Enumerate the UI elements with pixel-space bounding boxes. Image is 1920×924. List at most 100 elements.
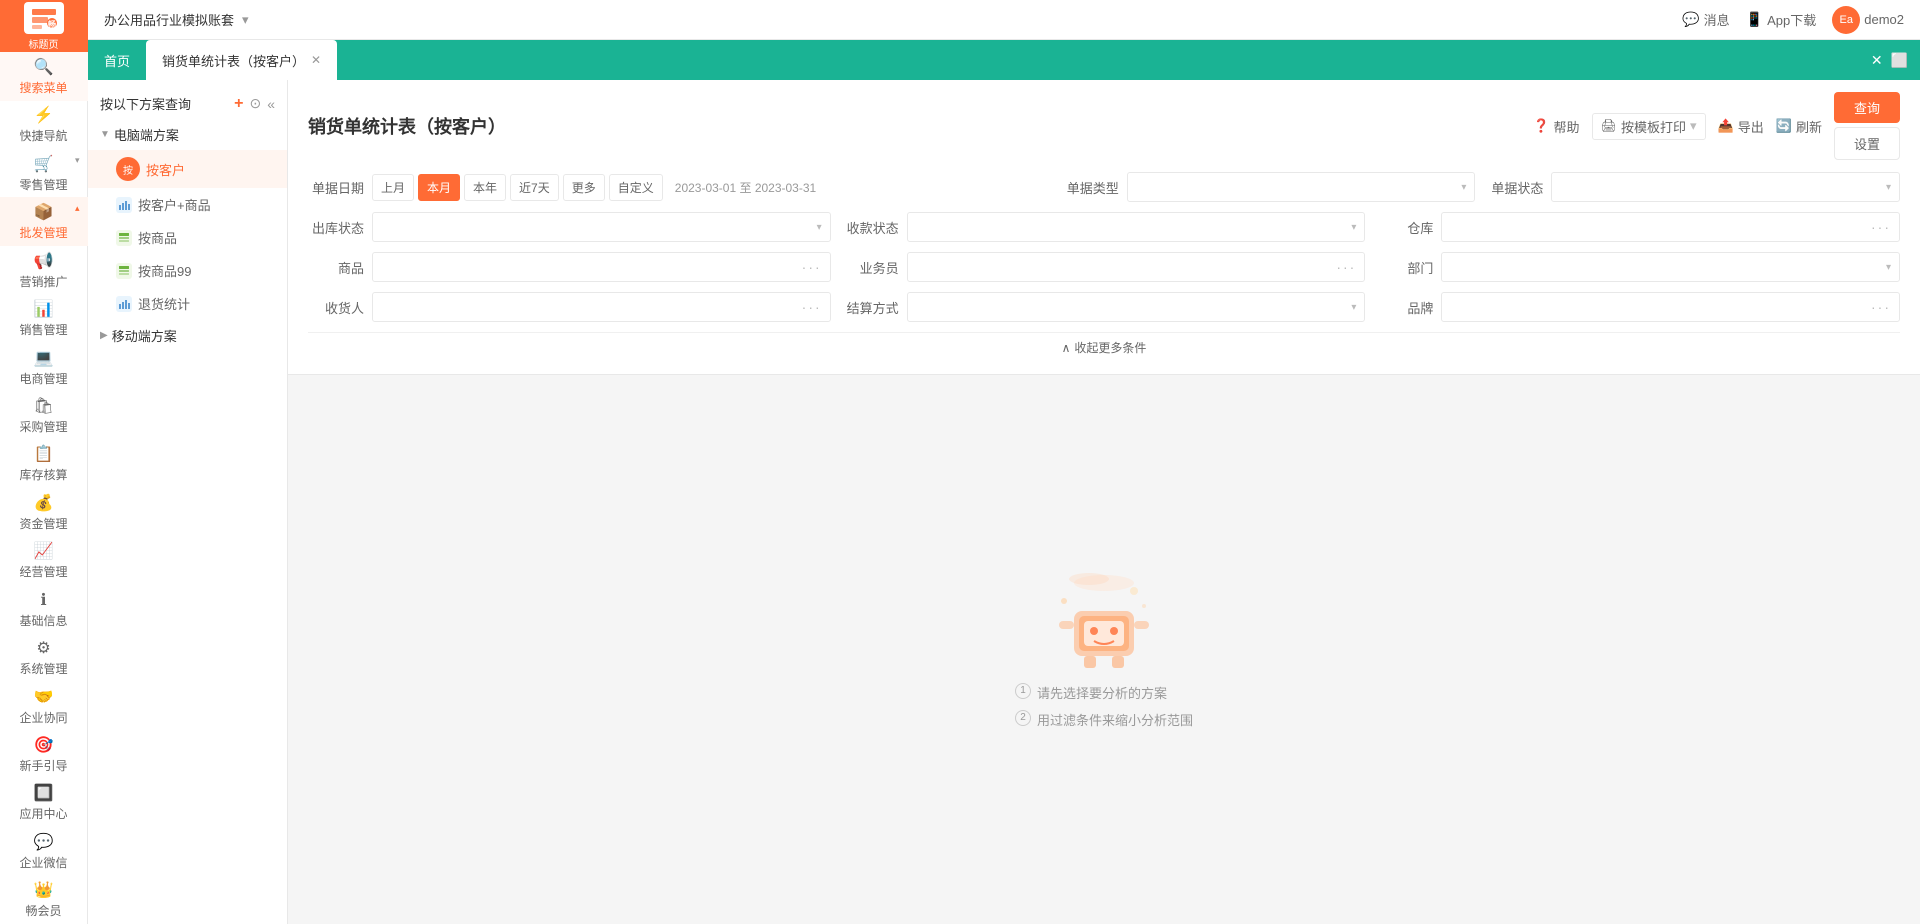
shortcuts-icon: ⚡ [34,105,54,125]
sidebar: 畅 标题页 🔍 搜索菜单 ⚡ 快捷导航 🛒 零售管理 ▾ 📦 批发管理 ▴ 📢 … [0,0,88,924]
doc-type-select[interactable]: ▾ [1127,172,1476,202]
scheme-collapse-button[interactable]: « [267,96,275,112]
receiver-select[interactable]: ··· [372,292,831,322]
header-dropdown-icon[interactable]: ▾ [242,12,249,28]
tip-2-number: 2 [1015,710,1031,726]
scheme-settings-button[interactable]: ⊙ [249,95,261,112]
scheme-item-by-customer[interactable]: 按 按客户 [88,150,287,188]
scheme-group-mobile: ▶ 移动端方案 [88,320,287,351]
app-download-button[interactable]: 📱 App下载 [1746,10,1817,29]
sidebar-item-wechat[interactable]: 💬 企业微信 [0,827,88,875]
scheme-item-by-goods[interactable]: 按商品 [88,221,287,254]
action-buttons: 查询 设置 [1834,92,1900,160]
date-btn-more[interactable]: 更多 [563,174,605,201]
newbie-icon: 🎯 [34,735,54,755]
scheme-panel-title: 按以下方案查询 [100,94,191,113]
date-label: 单据日期 [308,178,364,197]
print-button[interactable]: 🖨 按模板打印 ▾ [1592,113,1706,140]
date-btn-last-month[interactable]: 上月 [372,174,414,201]
main-area: 销货单统计表（按客户） ❓ 帮助 🖨 按模板打印 ▾ 📤 [288,80,1920,924]
out-status-select[interactable]: ▾ [372,212,831,242]
date-btn-this-year[interactable]: 本年 [464,174,506,201]
sidebar-item-operation[interactable]: 📈 经营管理 [0,537,88,585]
receiver-dots-icon: ··· [802,299,822,315]
sidebar-item-sales[interactable]: 📊 销售管理 [0,294,88,342]
sidebar-item-purchase[interactable]: 🛍 采购管理 [0,391,88,439]
help-button[interactable]: ❓ 帮助 [1533,117,1579,136]
empty-tip-1: 1 请先选择要分析的方案 [1015,683,1193,702]
scheme-group-pc: ▼ 电脑端方案 按 按客户 按客户+商品 按商品 [88,119,287,320]
refresh-button[interactable]: 🔄 刷新 [1776,117,1822,136]
sidebar-item-ecommerce[interactable]: 💻 电商管理 [0,343,88,391]
doc-status-select[interactable]: ▾ [1551,172,1900,202]
collapse-more-conditions[interactable]: ∧ 收起更多条件 [308,332,1900,362]
sidebar-item-basic[interactable]: ℹ 基础信息 [0,585,88,633]
empty-state: 1 请先选择要分析的方案 2 用过滤条件来缩小分析范围 [1015,571,1193,729]
scheme-header: 按以下方案查询 + ⊙ « [88,88,287,119]
filter-brand-col: 品牌 ··· [1377,292,1900,322]
salesman-label: 业务员 [843,258,899,277]
help-icon: ❓ [1533,118,1549,134]
date-btn-this-month[interactable]: 本月 [418,174,460,201]
scheme-add-button[interactable]: + [234,95,243,113]
sidebar-item-finance[interactable]: 💰 资金管理 [0,488,88,536]
sidebar-item-retail[interactable]: 🛒 零售管理 ▾ [0,149,88,197]
user-menu[interactable]: Ea demo2 [1832,6,1904,34]
page-content: 按以下方案查询 + ⊙ « ▼ 电脑端方案 按 按客户 [88,80,1920,924]
filter-row-1: 单据日期 上月 本月 本年 近7天 更多 自定义 2023-03-01 至 20… [308,172,1900,202]
scheme-header-actions: + ⊙ « [234,95,275,113]
close-window-icon[interactable]: ✕ [1871,52,1883,69]
date-btn-last-7[interactable]: 近7天 [510,174,559,201]
sidebar-item-member[interactable]: 👑 畅会员 [0,876,88,924]
sidebar-item-inventory[interactable]: 📋 库存核算 [0,440,88,488]
doc-status-dropdown-icon: ▾ [1886,182,1891,193]
export-button[interactable]: 📤 导出 [1718,117,1764,136]
sidebar-item-shortcuts[interactable]: ⚡ 快捷导航 [0,101,88,149]
sidebar-item-app-center[interactable]: 🔲 应用中心 [0,779,88,827]
scheme-table-icon [116,230,132,246]
svg-text:畅: 畅 [48,19,56,29]
warehouse-select[interactable]: ··· [1441,212,1900,242]
payment-status-select[interactable]: ▾ [907,212,1366,242]
ecommerce-icon: 💻 [34,348,54,368]
brand-select[interactable]: ··· [1441,292,1900,322]
sidebar-item-system[interactable]: ⚙ 系统管理 [0,633,88,681]
main-content: 办公用品行业模拟账套 ▾ 💬 消息 📱 App下载 Ea demo2 首页 销货… [88,0,1920,924]
sidebar-item-search[interactable]: 🔍 搜索菜单 [0,52,88,100]
tab-home[interactable]: 首页 [88,40,146,80]
goods-select[interactable]: ··· [372,252,831,282]
sidebar-item-newbie[interactable]: 🎯 新手引导 [0,730,88,778]
sidebar-item-marketing[interactable]: 📢 营销推广 [0,246,88,294]
settings-button[interactable]: 设置 [1834,127,1900,160]
filter-payment-status-col: 收款状态 ▾ [843,212,1366,242]
scheme-table2-icon [116,263,132,279]
operation-icon: 📈 [34,541,54,561]
content-area: 1 请先选择要分析的方案 2 用过滤条件来缩小分析范围 [288,375,1920,924]
system-icon: ⚙ [36,638,50,658]
filter-goods-col: 商品 ··· [308,252,831,282]
sidebar-item-wholesale[interactable]: 📦 批发管理 ▴ [0,197,88,245]
doc-type-label: 单据类型 [1063,178,1119,197]
sidebar-item-enterprise[interactable]: 🤝 企业协同 [0,682,88,730]
tab-sales-stat[interactable]: 销货单统计表（按客户） ✕ [146,40,337,80]
settlement-label: 结算方式 [843,298,899,317]
scheme-item-return-stat[interactable]: 退货统计 [88,287,287,320]
page-title-row: 销货单统计表（按客户） ❓ 帮助 🖨 按模板打印 ▾ 📤 [308,92,1900,160]
filter-row-4: 收货人 ··· 结算方式 ▾ [308,292,1900,322]
settlement-select[interactable]: ▾ [907,292,1366,322]
scheme-group-mobile-title[interactable]: ▶ 移动端方案 [88,320,287,351]
scheme-group-pc-title[interactable]: ▼ 电脑端方案 [88,119,287,150]
scheme-item-by-goods-99[interactable]: 按商品99 [88,254,287,287]
collapse-icon: ∧ [1062,341,1071,355]
salesman-select[interactable]: ··· [907,252,1366,282]
logo-text: 标题页 [29,36,59,51]
query-button[interactable]: 查询 [1834,92,1900,123]
message-button[interactable]: 💬 消息 [1682,10,1729,29]
scheme-item-by-customer-goods[interactable]: 按客户+商品 [88,188,287,221]
sales-icon: 📊 [34,299,54,319]
date-btn-custom[interactable]: 自定义 [609,174,663,201]
department-select[interactable]: ▾ [1441,252,1900,282]
tab-close-button[interactable]: ✕ [311,53,321,67]
purchase-icon: 🛍 [33,396,53,416]
maximize-window-icon[interactable]: ⬜ [1891,52,1908,69]
